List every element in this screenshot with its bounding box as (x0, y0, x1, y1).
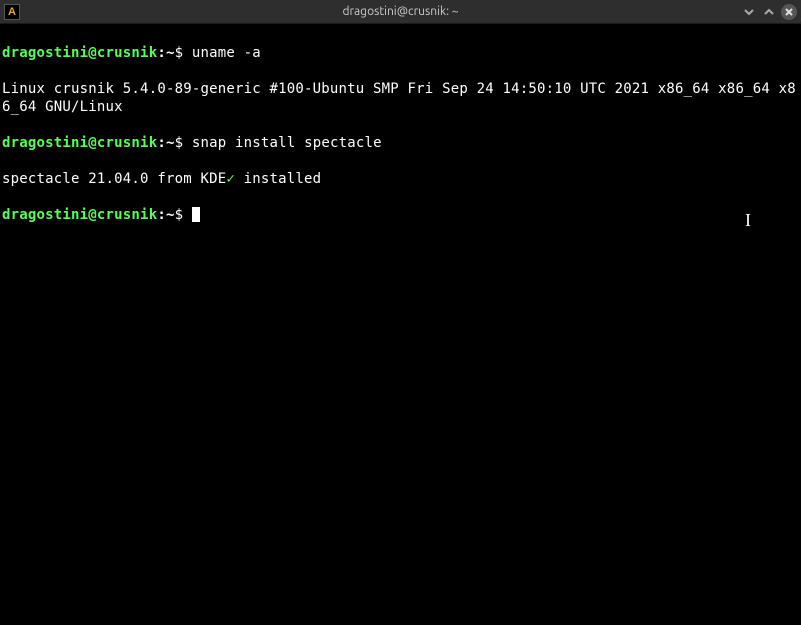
prompt-separator: : (157, 207, 166, 223)
terminal-line: dragostini@crusnik:~$ uname -a (2, 44, 797, 62)
prompt-path: ~ (166, 135, 175, 151)
chevron-up-icon (764, 7, 774, 17)
minimize-button[interactable] (741, 4, 757, 20)
command-text: uname -a (192, 45, 261, 61)
app-icon-glyph: A (8, 6, 16, 18)
window-title: dragostini@crusnik: ~ (342, 5, 458, 18)
maximize-button[interactable] (761, 4, 777, 20)
output-post: installed (235, 171, 321, 187)
close-icon (784, 7, 794, 17)
prompt-path: ~ (166, 207, 175, 223)
prompt-separator: : (157, 135, 166, 151)
app-icon: A (4, 4, 20, 20)
close-button[interactable] (781, 4, 797, 20)
prompt-symbol: $ (175, 135, 184, 151)
terminal-output: spectacle 21.04.0 from KDE✓ installed (2, 170, 797, 188)
prompt-user-host: dragostini@crusnik (2, 135, 157, 151)
terminal-line: dragostini@crusnik:~$ snap install spect… (2, 134, 797, 152)
prompt-user-host: dragostini@crusnik (2, 45, 157, 61)
prompt-symbol: $ (175, 207, 184, 223)
terminal-content[interactable]: dragostini@crusnik:~$ uname -a Linux cru… (0, 24, 801, 242)
terminal-line: dragostini@crusnik:~$ (2, 206, 797, 224)
output-pre: spectacle 21.04.0 from KDE (2, 171, 226, 187)
prompt-separator: : (157, 45, 166, 61)
chevron-down-icon (744, 7, 754, 17)
window-titlebar: A dragostini@crusnik: ~ (0, 0, 801, 24)
command-text: snap install spectacle (192, 135, 382, 151)
window-controls (741, 4, 797, 20)
prompt-path: ~ (166, 45, 175, 61)
prompt-user-host: dragostini@crusnik (2, 207, 157, 223)
terminal-cursor (192, 207, 200, 222)
prompt-symbol: $ (175, 45, 184, 61)
checkmark-icon: ✓ (226, 171, 235, 187)
terminal-output: Linux crusnik 5.4.0-89-generic #100-Ubun… (2, 80, 797, 116)
